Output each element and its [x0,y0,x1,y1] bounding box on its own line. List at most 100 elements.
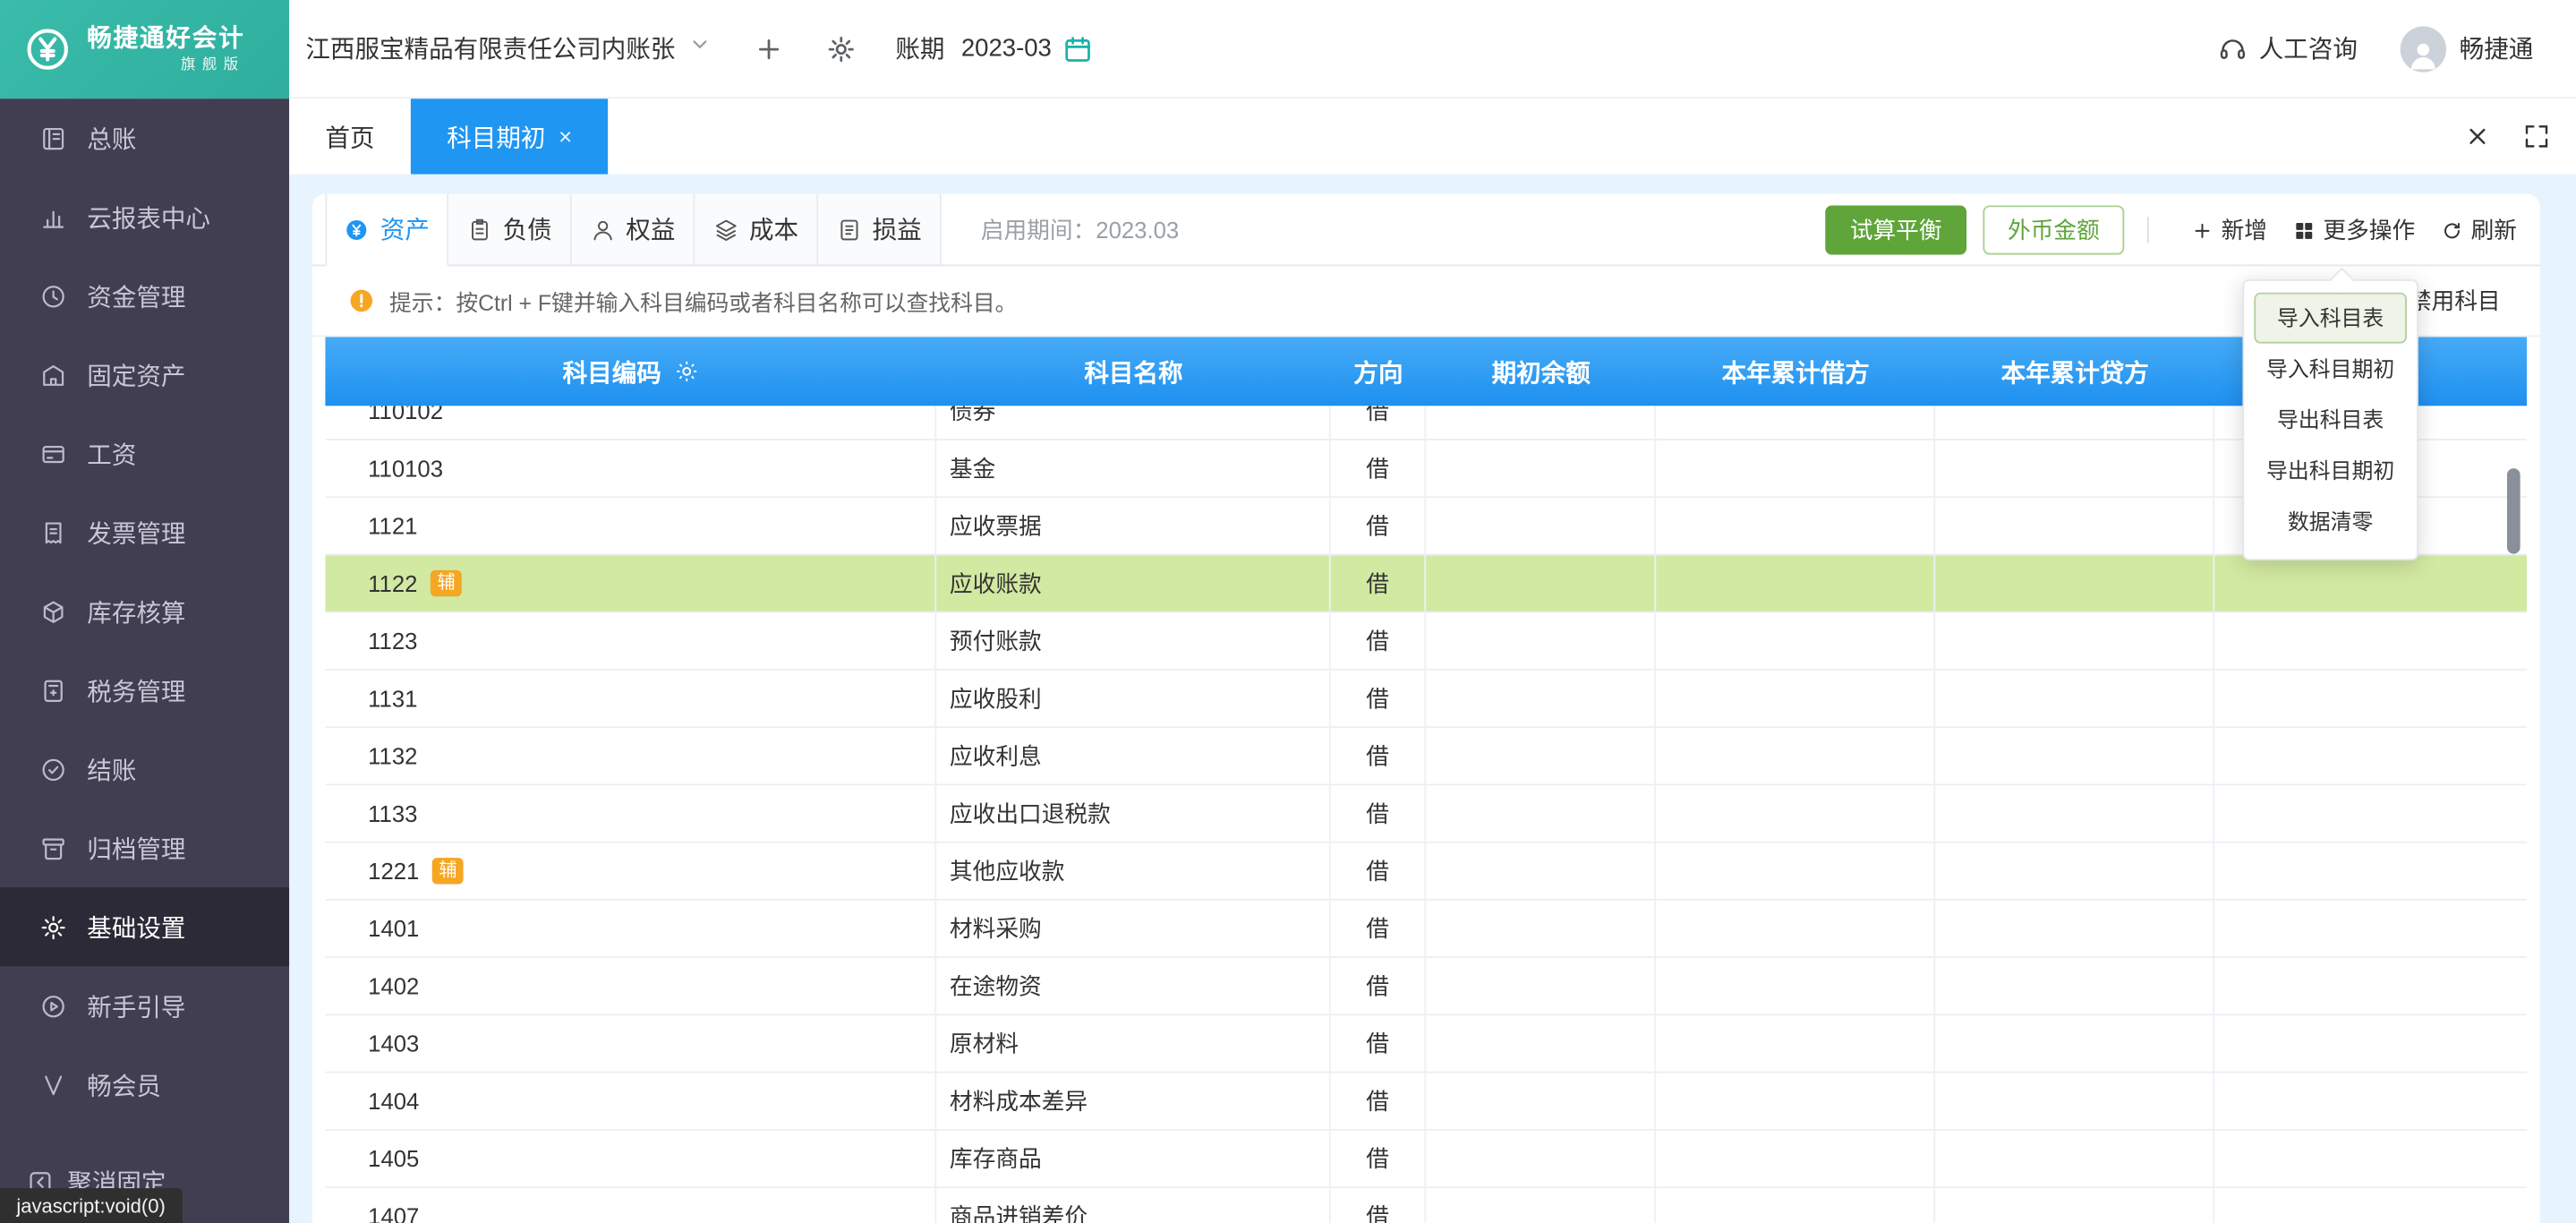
sidebar-item-closing[interactable]: 结账 [0,730,289,808]
opening-balance-cell [1426,612,1657,670]
category-tab-label: 损益 [872,217,922,245]
extra-cell [2214,555,2527,611]
tab-close-icon[interactable]: × [559,124,572,150]
menu-item-import-subjects[interactable]: 导入科目表 [2254,292,2408,344]
sidebar-item-inventory[interactable]: 库存核算 [0,572,289,651]
table-row[interactable]: 110102 债券 借 [325,406,2527,440]
table-row[interactable]: 1404 材料成本差异 借 [325,1073,2527,1131]
ytd-debit-cell [1656,440,1936,497]
table-row[interactable]: 1401 材料采购 借 [325,900,2527,959]
sidebar-item-funds[interactable]: 资金管理 [0,256,289,335]
direction: 借 [1331,1188,1427,1223]
sidebar-item-general-ledger[interactable]: 总账 [0,98,289,177]
col-header-name: 科目名称 [1084,359,1183,388]
table-row[interactable]: 1131 应收股利 借 [325,670,2527,729]
sidebar-item-tax[interactable]: 税务管理 [0,651,289,730]
subject-code: 1403 [368,1030,420,1057]
vertical-scrollbar[interactable] [2506,468,2521,554]
ytd-debit-cell [1656,498,1936,554]
col-header-ytd-credit: 本年累计贷方 [2000,359,2149,388]
foreign-currency-button[interactable]: 外币金额 [1983,205,2125,255]
category-tab-label: 资产 [380,217,430,245]
trial-balance-button[interactable]: 试算平衡 [1825,205,1967,255]
subject-code: 1221 [368,858,420,885]
subject-name: 材料采购 [936,900,1331,957]
subject-name: 债券 [936,406,1331,440]
menu-item-export-subjects[interactable]: 导出科目表 [2254,395,2407,446]
username[interactable]: 畅捷通 [2460,31,2534,66]
table-row[interactable]: 1121 应收票据 借 [325,498,2527,556]
table-row[interactable]: 1405 库存商品 借 [325,1130,2527,1189]
sidebar-item-payroll[interactable]: 工资 [0,415,289,493]
close-all-tabs-icon[interactable] [2464,124,2490,150]
sidebar-item-fixed-assets[interactable]: 固定资产 [0,335,289,414]
tab-home[interactable]: 首页 [289,98,411,175]
ytd-debit-cell [1656,1188,1936,1223]
ytd-debit-cell [1656,900,1936,957]
table-row[interactable]: 1403 原材料 借 [325,1015,2527,1073]
period-label: 账期 [895,36,945,64]
sidebar-item-basic-settings[interactable]: 基础设置 [0,887,290,967]
sidebar-item-invoices[interactable]: 发票管理 [0,493,289,572]
tab-subject-opening[interactable]: 科目期初 × [410,98,609,175]
tab-liabilities[interactable]: 负债 [448,193,572,265]
extra-cell [2214,1188,2527,1223]
table-row-selected[interactable]: 1122 辅 应收账款 借 [325,555,2527,613]
sidebar-item-label: 新手引导 [87,993,186,1022]
add-button[interactable]: 新增 [2185,205,2273,254]
table-row[interactable]: 1133 应收出口退税款 借 [325,785,2527,843]
subject-code: 110102 [368,406,444,424]
table-row[interactable]: 1402 在途物资 借 [325,958,2527,1016]
settings-gear-icon[interactable] [826,34,856,64]
category-tab-label: 负债 [502,217,552,245]
refresh-button[interactable]: 刷新 [2435,205,2523,254]
sidebar-item-label: 税务管理 [87,678,186,706]
disable-subject-button[interactable]: 禁用科目 [2409,285,2501,318]
opening-balance-cell [1426,728,1657,784]
table-row[interactable]: 1221 辅 其他应收款 借 [325,842,2527,901]
brand-coin-icon [23,25,73,74]
menu-item-clear-data[interactable]: 数据清零 [2254,496,2407,547]
avatar[interactable] [2400,25,2447,72]
ytd-debit-cell [1656,670,1936,727]
archive-icon [39,834,67,862]
period-picker[interactable]: 2023-03 [961,34,1093,64]
sidebar-item-cloud-reports[interactable]: 云报表中心 [0,177,289,256]
ytd-credit-cell [1935,555,2215,612]
chevron-down-icon[interactable] [688,33,712,64]
extra-cell [2214,613,2527,669]
direction: 借 [1331,842,1427,900]
column-settings-icon[interactable] [673,358,699,384]
fullscreen-icon[interactable] [2523,124,2549,150]
layers-icon [715,218,737,241]
person-icon [593,219,612,240]
ytd-credit-cell [1935,958,2215,1014]
tab-profit-loss[interactable]: 损益 [818,193,942,265]
ytd-debit-cell [1656,1073,1936,1129]
sidebar-item-membership[interactable]: 畅会员 [0,1045,289,1124]
sidebar-item-archive[interactable]: 归档管理 [0,808,289,887]
direction: 借 [1331,785,1427,842]
table-row[interactable]: 1407 商品进销差价 借 [325,1188,2527,1223]
company-selector[interactable]: 江西服宝精品有限责任公司内账张 [305,31,675,66]
table-row[interactable]: 1123 预付账款 借 [325,612,2527,671]
ytd-credit-cell [1935,498,2215,554]
ytd-credit-cell [1935,1015,2215,1072]
table-row[interactable]: 110103 基金 借 [325,440,2527,499]
menu-item-import-opening[interactable]: 导入科目期初 [2254,344,2407,395]
sidebar-item-label: 固定资产 [87,362,186,390]
category-tab-label: 权益 [626,217,676,245]
opening-balance-cell [1426,1130,1657,1187]
menu-item-export-opening[interactable]: 导出科目期初 [2254,445,2407,496]
tab-equity[interactable]: 权益 [571,193,695,265]
opening-balance-cell [1426,670,1657,727]
sidebar-item-beginner-guide[interactable]: 新手引导 [0,966,289,1045]
add-account-set-button[interactable] [755,34,784,64]
tab-assets[interactable]: 资产 [325,193,449,267]
v-badge-icon [39,1071,67,1099]
more-actions-button[interactable]: 更多操作 [2287,205,2422,254]
extra-cell [2214,1073,2527,1129]
table-row[interactable]: 1132 应收利息 借 [325,728,2527,786]
tab-cost[interactable]: 成本 [695,193,819,265]
support-button[interactable]: 人工咨询 [2218,31,2358,66]
